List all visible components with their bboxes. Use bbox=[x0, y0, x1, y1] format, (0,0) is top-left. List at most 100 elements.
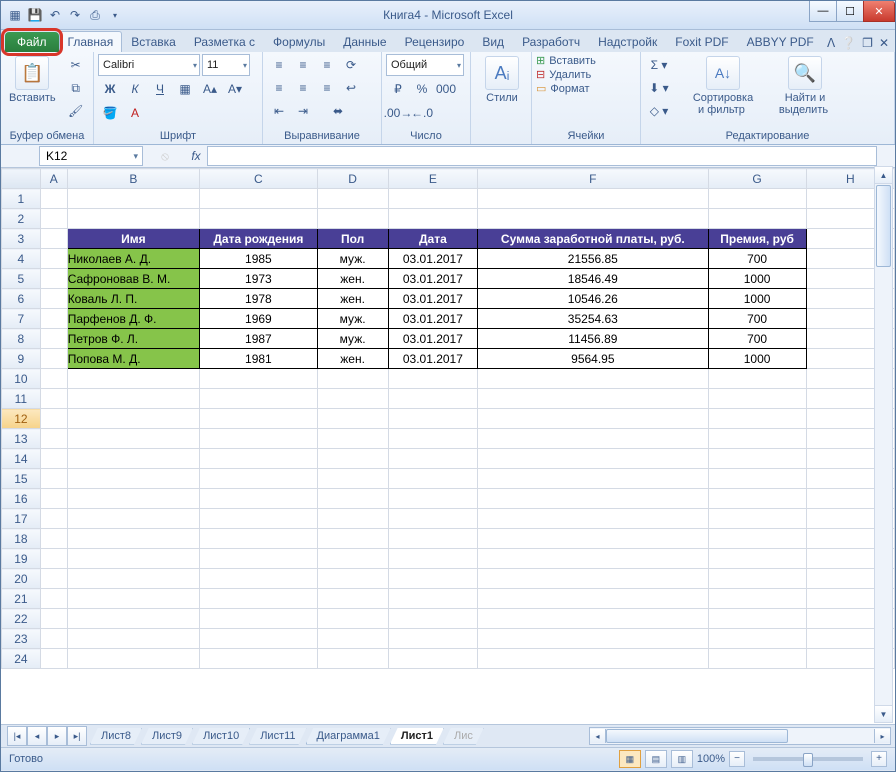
cell[interactable]: 03.01.2017 bbox=[388, 309, 477, 329]
sheet-nav-first-icon[interactable]: |◂ bbox=[7, 726, 27, 746]
cell[interactable] bbox=[317, 489, 388, 509]
row-header[interactable]: 2 bbox=[2, 209, 41, 229]
align-right-icon[interactable]: ≡ bbox=[315, 77, 339, 99]
increase-decimal-icon[interactable]: .00→ bbox=[386, 102, 410, 124]
cell[interactable]: 1000 bbox=[708, 289, 806, 309]
cell[interactable] bbox=[708, 409, 806, 429]
hscroll-thumb[interactable] bbox=[606, 729, 788, 743]
cell[interactable] bbox=[67, 629, 199, 649]
cell[interactable] bbox=[478, 649, 709, 669]
cell[interactable] bbox=[478, 449, 709, 469]
cell[interactable]: Сумма заработной платы, руб. bbox=[478, 229, 709, 249]
cell[interactable] bbox=[40, 369, 67, 389]
cell[interactable] bbox=[317, 389, 388, 409]
cell[interactable]: 03.01.2017 bbox=[388, 249, 477, 269]
cell[interactable]: 03.01.2017 bbox=[388, 349, 477, 369]
cell[interactable] bbox=[40, 409, 67, 429]
cell[interactable] bbox=[478, 529, 709, 549]
row-header[interactable]: 1 bbox=[2, 189, 41, 209]
row-header[interactable]: 15 bbox=[2, 469, 41, 489]
cell[interactable] bbox=[40, 629, 67, 649]
col-header-E[interactable]: E bbox=[388, 169, 477, 189]
cell[interactable] bbox=[67, 489, 199, 509]
cell[interactable] bbox=[708, 489, 806, 509]
zoom-slider-thumb[interactable] bbox=[803, 753, 813, 767]
merge-icon[interactable]: ⬌ bbox=[315, 100, 361, 122]
row-header[interactable]: 18 bbox=[2, 529, 41, 549]
align-middle-icon[interactable]: ≡ bbox=[291, 54, 315, 76]
cell[interactable]: жен. bbox=[317, 289, 388, 309]
wrap-text-icon[interactable]: ↩ bbox=[339, 77, 363, 99]
cell[interactable] bbox=[67, 449, 199, 469]
ribbon-tab-insert[interactable]: Вставка bbox=[122, 31, 185, 52]
row-header[interactable]: 6 bbox=[2, 289, 41, 309]
cell[interactable]: Пол bbox=[317, 229, 388, 249]
cell[interactable]: Сафроновав В. М. bbox=[67, 269, 199, 289]
sheet-tab[interactable]: Лист8 bbox=[90, 728, 142, 745]
zoom-out-button[interactable]: − bbox=[729, 751, 745, 767]
col-header-G[interactable]: G bbox=[708, 169, 806, 189]
cell[interactable] bbox=[317, 369, 388, 389]
cell[interactable] bbox=[317, 589, 388, 609]
cell[interactable]: муж. bbox=[317, 309, 388, 329]
cell[interactable] bbox=[200, 549, 317, 569]
col-header-B[interactable]: B bbox=[67, 169, 199, 189]
col-header-D[interactable]: D bbox=[317, 169, 388, 189]
cell[interactable] bbox=[40, 269, 67, 289]
cell[interactable] bbox=[708, 549, 806, 569]
cell[interactable] bbox=[708, 649, 806, 669]
scroll-thumb[interactable] bbox=[876, 185, 891, 267]
cell[interactable] bbox=[708, 389, 806, 409]
cell[interactable] bbox=[317, 469, 388, 489]
qat-more-icon[interactable]: ▾ bbox=[107, 7, 123, 23]
row-header[interactable]: 13 bbox=[2, 429, 41, 449]
cell[interactable] bbox=[200, 449, 317, 469]
row-header[interactable]: 16 bbox=[2, 489, 41, 509]
align-bottom-icon[interactable]: ≡ bbox=[315, 54, 339, 76]
cell[interactable] bbox=[317, 549, 388, 569]
cell[interactable] bbox=[317, 189, 388, 209]
cell[interactable] bbox=[317, 429, 388, 449]
currency-icon[interactable]: ₽ bbox=[386, 78, 410, 100]
align-center-icon[interactable]: ≡ bbox=[291, 77, 315, 99]
cell[interactable]: 1000 bbox=[708, 349, 806, 369]
cut-icon[interactable]: ✂ bbox=[64, 54, 88, 76]
cell[interactable] bbox=[40, 429, 67, 449]
cell[interactable] bbox=[388, 589, 477, 609]
cell[interactable]: 35254.63 bbox=[478, 309, 709, 329]
ribbon-tab-home[interactable]: Главная bbox=[59, 31, 123, 52]
border-icon[interactable]: ▦ bbox=[173, 78, 197, 100]
cell[interactable] bbox=[67, 569, 199, 589]
cell[interactable] bbox=[317, 209, 388, 229]
cell[interactable] bbox=[67, 209, 199, 229]
cell[interactable] bbox=[388, 629, 477, 649]
row-header[interactable]: 20 bbox=[2, 569, 41, 589]
cell[interactable] bbox=[708, 209, 806, 229]
cell[interactable] bbox=[708, 469, 806, 489]
delete-cells-button[interactable]: ⊟Удалить bbox=[536, 68, 591, 81]
cell[interactable] bbox=[40, 289, 67, 309]
cell[interactable] bbox=[200, 649, 317, 669]
workbook-restore-icon[interactable]: ❐ bbox=[862, 36, 873, 50]
row-header[interactable]: 5 bbox=[2, 269, 41, 289]
italic-icon[interactable]: К bbox=[123, 78, 147, 100]
cell[interactable] bbox=[388, 509, 477, 529]
cell[interactable]: 18546.49 bbox=[478, 269, 709, 289]
cell[interactable] bbox=[478, 509, 709, 529]
cell[interactable] bbox=[317, 509, 388, 529]
maximize-button[interactable]: ☐ bbox=[836, 1, 864, 22]
cell[interactable] bbox=[388, 409, 477, 429]
fill-icon[interactable]: ⬇ ▾ bbox=[645, 77, 673, 99]
cell[interactable]: 1985 bbox=[200, 249, 317, 269]
save-icon[interactable]: 💾 bbox=[27, 7, 43, 23]
cell[interactable] bbox=[478, 609, 709, 629]
cell[interactable] bbox=[388, 389, 477, 409]
fill-color-icon[interactable]: 🪣 bbox=[98, 102, 122, 124]
ribbon-tab-addins[interactable]: Надстройк bbox=[589, 31, 666, 52]
cell[interactable] bbox=[67, 589, 199, 609]
cell[interactable]: 10546.26 bbox=[478, 289, 709, 309]
cell[interactable] bbox=[708, 509, 806, 529]
number-format-combo[interactable]: Общий▾ bbox=[386, 54, 464, 76]
cell[interactable] bbox=[67, 189, 199, 209]
workbook-close-icon[interactable]: ✕ bbox=[879, 36, 889, 50]
